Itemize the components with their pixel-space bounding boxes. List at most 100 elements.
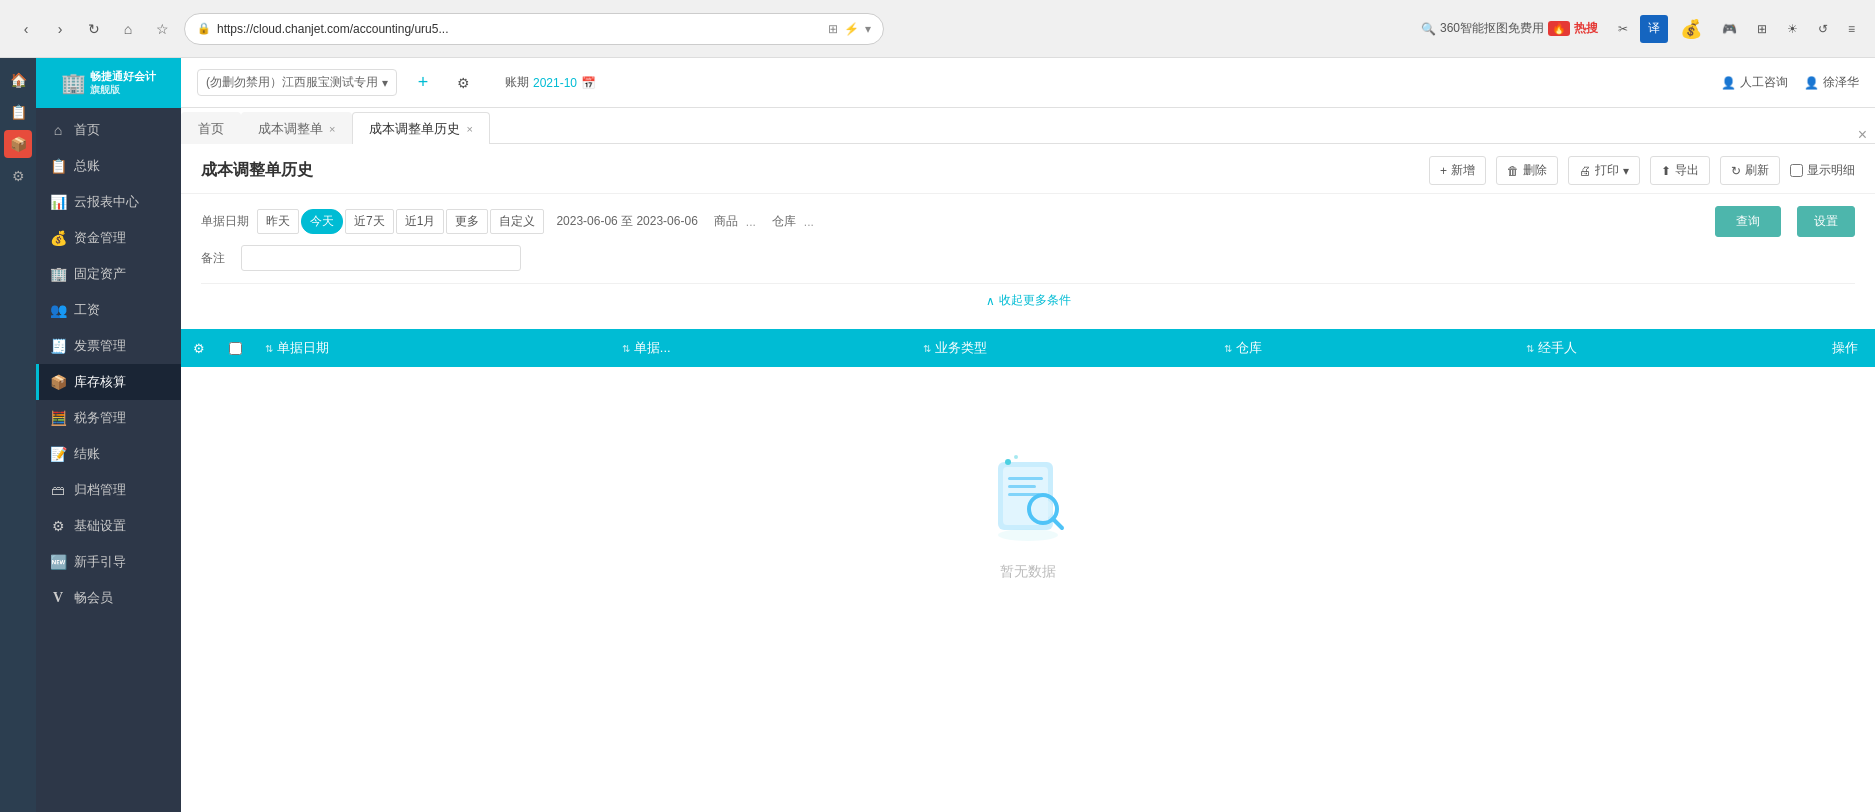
th-date[interactable]: ⇅ 单据日期 [253,329,610,367]
gear-icon: ⚙ [193,341,205,356]
svg-rect-3 [1008,477,1043,480]
th-type[interactable]: ⇅ 业务类型 [911,329,1212,367]
menu-tool[interactable]: ≡ [1840,15,1863,43]
th-action-label: 操作 [1832,339,1858,357]
settings-filter-button[interactable]: 设置 [1797,206,1855,237]
back-button[interactable]: ‹ [12,15,40,43]
strip-icon-3[interactable]: ⚙ [4,162,32,190]
refresh-button[interactable]: ↻ 刷新 [1720,156,1780,185]
tab-home[interactable]: 首页 [181,112,241,144]
collapse-button[interactable]: ∧ 收起更多条件 [986,292,1071,309]
header-actions: + 新增 🗑 删除 🖨 打印 ▾ ⬆ 导出 [1429,156,1855,185]
sidebar-item-archive[interactable]: 🗃 归档管理 [36,472,181,508]
tab-cost-adj-history[interactable]: 成本调整单历史 × [352,112,489,144]
search-tool[interactable]: 🔍 360智能抠图免费用 🔥 热搜 [1413,15,1606,43]
add-tab-button[interactable]: + [409,69,437,97]
tab-cost-adj-history-close[interactable]: × [466,123,472,135]
export-button[interactable]: ⬆ 导出 [1650,156,1710,185]
goods-filter-label: 商品 [714,213,738,230]
strip-icon-2[interactable]: 📋 [4,98,32,126]
company-selector[interactable]: (勿删勿禁用）江西服宝测试专用 ▾ [197,69,397,96]
date-btn-today[interactable]: 今天 [301,209,343,234]
sidebar-item-settings[interactable]: ⚙ 基础设置 [36,508,181,544]
delete-button[interactable]: 🗑 删除 [1496,156,1558,185]
warehouse-filter-label: 仓库 [772,213,796,230]
url-text: https://cloud.chanjet.com/accounting/uru… [217,22,822,36]
empty-icon [978,447,1078,547]
tab-cost-adj[interactable]: 成本调整单 × [241,112,352,144]
sidebar-label-archive: 归档管理 [74,481,126,499]
sort-icon-no-up: ⇅ [622,343,630,354]
inventory-icon: 📦 [50,374,66,390]
sidebar-item-reports[interactable]: 📊 云报表中心 [36,184,181,220]
remarks-input[interactable] [241,245,521,271]
sidebar-item-payroll[interactable]: 👥 工资 [36,292,181,328]
hot-badge: 🔥 [1548,21,1570,36]
goods-more-icon: ... [746,215,756,229]
app-wrapper: 🏠 📋 📦 ⚙ 🏢 畅捷通好会计 旗舰版 ⌂ 首页 📋 总账 📊 云报表中心 [0,58,1875,812]
th-warehouse-label: 仓库 [1236,339,1262,357]
cut-tool[interactable]: ✂ [1610,15,1636,43]
user-button[interactable]: 👤 徐泽华 [1804,74,1859,91]
tab-panel-close-button[interactable]: × [1858,127,1867,143]
sidebar-item-ledger[interactable]: 📋 总账 [36,148,181,184]
sidebar-item-funds[interactable]: 💰 资金管理 [36,220,181,256]
grid-tool[interactable]: ⊞ [1749,15,1775,43]
refresh-button[interactable]: ↻ [80,15,108,43]
logo-line1: 畅捷通好会计 [90,70,156,83]
wallet-tool[interactable]: 💰 [1672,15,1710,43]
show-detail-checkbox-label[interactable]: 显示明细 [1790,162,1855,179]
logo-line2: 旗舰版 [90,84,156,96]
service-button[interactable]: 👤 人工咨询 [1721,74,1788,91]
sidebar-item-fixed-assets[interactable]: 🏢 固定资产 [36,256,181,292]
th-gear[interactable]: ⚙ [181,329,217,367]
th-no[interactable]: ⇅ 单据... [610,329,911,367]
sidebar-item-home[interactable]: ⌂ 首页 [36,112,181,148]
th-warehouse[interactable]: ⇅ 仓库 [1212,329,1513,367]
forward-button[interactable]: › [46,15,74,43]
show-detail-checkbox[interactable] [1790,164,1803,177]
main-content: (勿删勿禁用）江西服宝测试专用 ▾ + ⚙ 账期 2021-10 📅 👤 人工咨… [181,58,1875,812]
date-btn-last7[interactable]: 近7天 [345,209,394,234]
translate-tool[interactable]: 译 [1640,15,1668,43]
topbar-settings-button[interactable]: ⚙ [449,69,477,97]
user-name: 徐泽华 [1823,74,1859,91]
refresh-label: 刷新 [1745,162,1769,179]
select-all-checkbox[interactable] [229,342,242,355]
strip-icon-1[interactable]: 🏠 [4,66,32,94]
strip-icon-active[interactable]: 📦 [4,130,32,158]
th-type-label: 业务类型 [935,339,987,357]
tab-home-label: 首页 [198,120,224,138]
sidebar-item-tax[interactable]: 🧮 税务管理 [36,400,181,436]
th-check[interactable] [217,329,253,367]
address-bar[interactable]: 🔒 https://cloud.chanjet.com/accounting/u… [184,13,884,45]
home-button[interactable]: ⌂ [114,15,142,43]
logo-icon: 🏢 [61,71,86,95]
date-btn-more[interactable]: 更多 [446,209,488,234]
date-btn-last-month[interactable]: 近1月 [396,209,445,234]
sidebar-item-inventory[interactable]: 📦 库存核算 [36,364,181,400]
undo-tool[interactable]: ↺ [1810,15,1836,43]
sidebar-item-closing[interactable]: 📝 结账 [36,436,181,472]
game-tool[interactable]: 🎮 [1714,15,1745,43]
tab-cost-adj-close[interactable]: × [329,123,335,135]
query-button[interactable]: 查询 [1715,206,1781,237]
sidebar-item-invoices[interactable]: 🧾 发票管理 [36,328,181,364]
delete-icon: 🗑 [1507,164,1519,178]
print-button[interactable]: 🖨 打印 ▾ [1568,156,1640,185]
sidebar-logo: 🏢 畅捷通好会计 旗舰版 [36,58,181,108]
sidebar-item-guide[interactable]: 🆕 新手引导 [36,544,181,580]
date-btn-yesterday[interactable]: 昨天 [257,209,299,234]
date-btn-custom[interactable]: 自定义 [490,209,544,234]
empty-illustration [978,447,1078,547]
empty-text: 暂无数据 [1000,563,1056,581]
funds-icon: 💰 [50,230,66,246]
brightness-tool[interactable]: ☀ [1779,15,1806,43]
company-dropdown-icon: ▾ [382,76,388,90]
th-person[interactable]: ⇅ 经手人 [1514,329,1815,367]
delete-label: 删除 [1523,162,1547,179]
closing-icon: 📝 [50,446,66,462]
star-button[interactable]: ☆ [148,15,176,43]
sidebar-item-member[interactable]: V 畅会员 [36,580,181,616]
new-button[interactable]: + 新增 [1429,156,1486,185]
